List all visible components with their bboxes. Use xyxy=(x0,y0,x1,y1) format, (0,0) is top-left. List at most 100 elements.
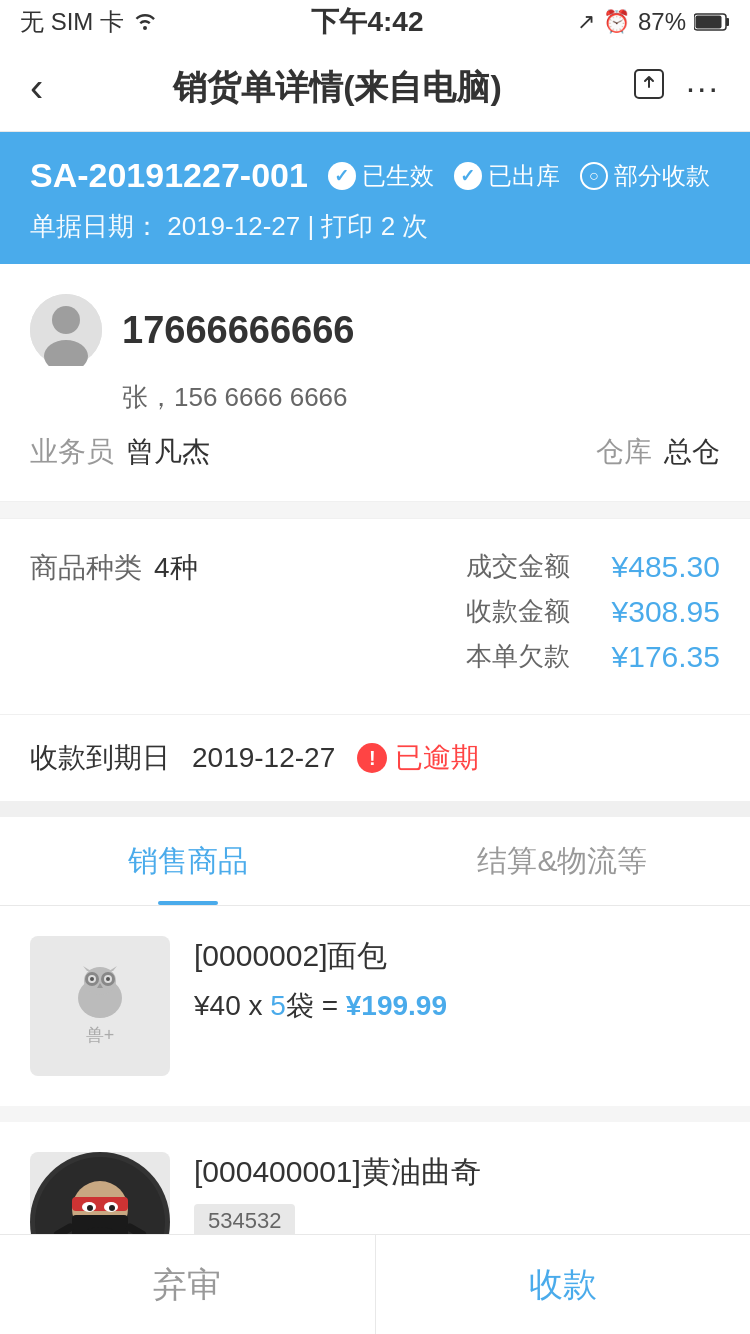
status-partial: ○ 部分收款 xyxy=(580,160,710,192)
header-banner: SA-20191227-001 ✓ 已生效 ✓ 已出库 ○ 部分收款 单据日期：… xyxy=(0,132,750,264)
tab-settlement[interactable]: 结算&物流等 xyxy=(375,817,750,905)
product-thumbnail-1: 兽+ xyxy=(30,936,170,1076)
customer-top: 17666666666 xyxy=(30,294,720,366)
status-time: 下午4:42 xyxy=(311,3,423,41)
avatar xyxy=(30,294,102,366)
battery-icon xyxy=(694,12,730,32)
order-id: SA-20191227-001 xyxy=(30,156,308,195)
product-title-2: 黄油曲奇 xyxy=(361,1155,481,1188)
status-right: ↗ ⏰ 87% xyxy=(577,8,730,36)
kind-count: 4种 xyxy=(154,549,198,587)
qty-1: 5 xyxy=(270,990,286,1021)
svg-rect-1 xyxy=(726,18,729,26)
customer-meta: 业务员 曾凡杰 仓库 总仓 xyxy=(30,433,720,471)
deal-amount-value: ¥485.30 xyxy=(590,550,720,584)
product-id-1: [0000002] xyxy=(194,939,327,972)
customer-name: 张，156 6666 6666 xyxy=(30,380,720,415)
deal-amount-label: 成交金额 xyxy=(466,549,570,584)
print-separator: | xyxy=(307,211,321,241)
due-date-value: 2019-12-27 xyxy=(192,742,335,774)
product-sku-2: 534532 xyxy=(194,1204,295,1238)
tab-sales-label: 销售商品 xyxy=(128,841,248,882)
product-title-1: 面包 xyxy=(327,939,387,972)
collect-label: 收款 xyxy=(529,1262,597,1308)
due-section: 收款到期日 2019-12-27 ! 已逾期 xyxy=(0,715,750,817)
multiply-1: x xyxy=(249,990,271,1021)
banner-date-row: 单据日期： 2019-12-27 | 打印 2 次 xyxy=(30,209,720,244)
share-icon[interactable] xyxy=(632,67,666,108)
status-bar: 无 SIM 卡 下午4:42 ↗ ⏰ 87% xyxy=(0,0,750,44)
overdue-text: 已逾期 xyxy=(395,739,479,777)
page-title: 销货单详情(来自电脑) xyxy=(173,65,502,111)
summary-left: 商品种类 4种 xyxy=(30,549,198,587)
summary-row: 商品种类 4种 成交金额 ¥485.30 收款金额 ¥308.95 本单欠款 ¥… xyxy=(30,549,720,684)
collect-button[interactable]: 收款 xyxy=(376,1235,751,1334)
table-row: 兽+ [0000002]面包 ¥40 x 5袋 = ¥199.99 xyxy=(0,906,750,1106)
collected-row: 收款金额 ¥308.95 xyxy=(466,594,720,629)
nav-right[interactable]: ··· xyxy=(632,67,720,108)
warehouse-value: 总仓 xyxy=(664,433,720,471)
check-icon: ✓ xyxy=(328,162,356,190)
carrier-text: 无 SIM 卡 xyxy=(20,6,124,38)
collected-label: 收款金额 xyxy=(466,594,570,629)
banner-row1: SA-20191227-001 ✓ 已生效 ✓ 已出库 ○ 部分收款 xyxy=(30,156,720,195)
cancel-label: 弃审 xyxy=(153,1262,221,1308)
tab-sales-products[interactable]: 销售商品 xyxy=(0,817,375,905)
equals-1: = xyxy=(322,990,346,1021)
location-icon: ↗ xyxy=(577,9,595,35)
status-partial-text: 部分收款 xyxy=(614,160,710,192)
product-kind: 商品种类 4种 xyxy=(30,549,198,587)
svg-point-13 xyxy=(90,977,94,981)
price-1: ¥40 xyxy=(194,990,241,1021)
total-1: ¥199.99 xyxy=(346,990,447,1021)
status-effective-text: 已生效 xyxy=(362,160,434,192)
print-info: 打印 2 次 xyxy=(321,211,428,241)
customer-phone: 17666666666 xyxy=(122,309,354,352)
owed-value: ¥176.35 xyxy=(590,640,720,674)
kind-label: 商品种类 xyxy=(30,549,142,587)
svg-point-5 xyxy=(52,306,80,334)
warehouse-label: 仓库 xyxy=(596,433,652,471)
tab-active-indicator xyxy=(158,901,218,905)
unit-1: 袋 xyxy=(286,990,314,1021)
back-button[interactable]: ‹ xyxy=(30,65,43,110)
tabs[interactable]: 销售商品 结算&物流等 xyxy=(0,817,750,906)
deal-amount-row: 成交金额 ¥485.30 xyxy=(466,549,720,584)
alarm-icon: ⏰ xyxy=(603,9,630,35)
product-name-2: [000400001]黄油曲奇 xyxy=(194,1152,720,1193)
tab-settlement-label: 结算&物流等 xyxy=(477,841,647,882)
salesperson-value: 曾凡杰 xyxy=(126,433,210,471)
svg-rect-2 xyxy=(695,16,721,29)
battery-text: 87% xyxy=(638,8,686,36)
overdue-icon: ! xyxy=(357,743,387,773)
date-label: 单据日期： xyxy=(30,211,160,241)
status-effective: ✓ 已生效 xyxy=(328,160,434,192)
nav-left[interactable]: ‹ xyxy=(30,65,43,110)
overdue-badge: ! 已逾期 xyxy=(357,739,479,777)
cancel-button[interactable]: 弃审 xyxy=(0,1235,376,1334)
nav-bar: ‹ 销货单详情(来自电脑) ··· xyxy=(0,44,750,132)
summary-right: 成交金额 ¥485.30 收款金额 ¥308.95 本单欠款 ¥176.35 xyxy=(466,549,720,684)
svg-rect-20 xyxy=(72,1197,128,1211)
status-outbound-text: 已出库 xyxy=(488,160,560,192)
product-id-2: [000400001] xyxy=(194,1155,361,1188)
status-left: 无 SIM 卡 xyxy=(20,6,158,38)
product-info-1: [0000002]面包 ¥40 x 5袋 = ¥199.99 xyxy=(194,936,720,1025)
summary-section: 商品种类 4种 成交金额 ¥485.30 收款金额 ¥308.95 本单欠款 ¥… xyxy=(0,518,750,715)
salesperson-label: 业务员 xyxy=(30,433,114,471)
due-date-label: 收款到期日 xyxy=(30,739,170,777)
status-outbound: ✓ 已出库 xyxy=(454,160,560,192)
bottom-bar[interactable]: 弃审 收款 xyxy=(0,1234,750,1334)
owed-label: 本单欠款 xyxy=(466,639,570,674)
check-icon-2: ✓ xyxy=(454,162,482,190)
order-date: 2019-12-27 xyxy=(167,211,300,241)
clock-icon: ○ xyxy=(580,162,608,190)
svg-point-14 xyxy=(106,977,110,981)
wifi-icon xyxy=(132,8,158,36)
customer-section: 17666666666 张，156 6666 6666 业务员 曾凡杰 仓库 总… xyxy=(0,264,750,502)
more-icon[interactable]: ··· xyxy=(686,68,720,107)
owed-row: 本单欠款 ¥176.35 xyxy=(466,639,720,674)
collected-value: ¥308.95 xyxy=(590,595,720,629)
product-name-1: [0000002]面包 xyxy=(194,936,720,977)
svg-point-24 xyxy=(109,1205,115,1211)
